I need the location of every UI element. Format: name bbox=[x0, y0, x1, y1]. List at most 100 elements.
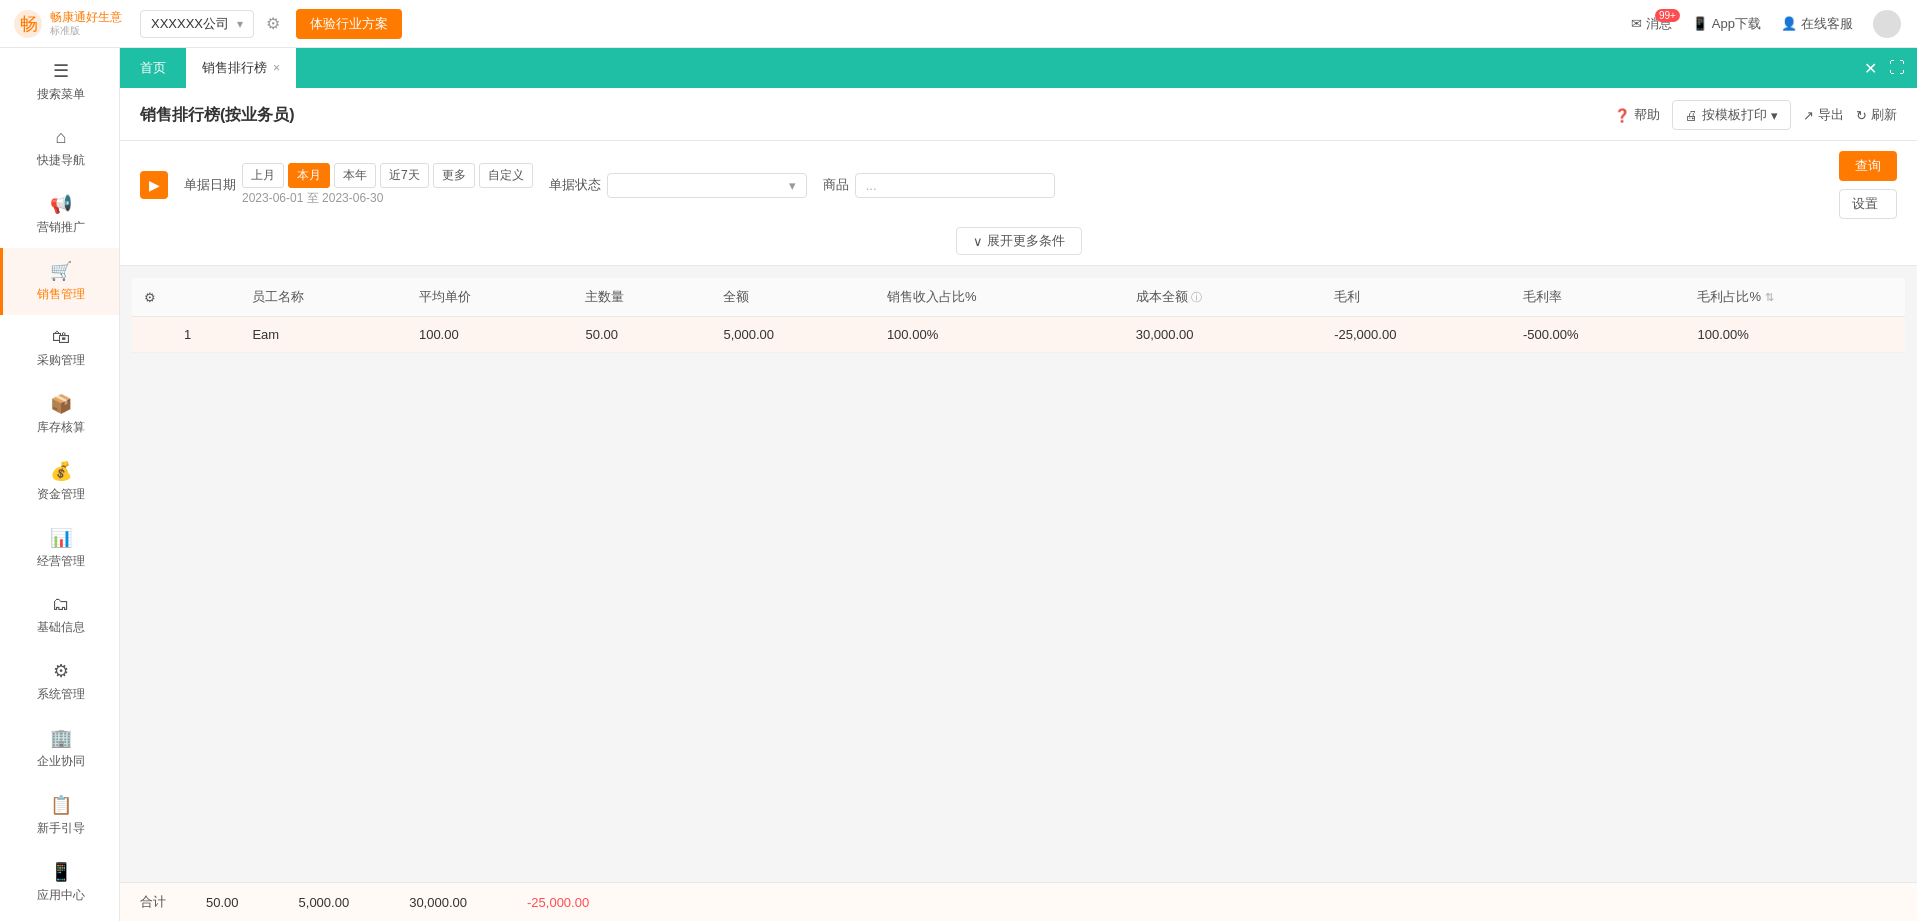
filter-date-wrap: 上月 本月 本年 近7天 更多 自定义 2023-06-01 至 2023-06… bbox=[242, 163, 533, 207]
th-sales-pct: 销售收入占比% bbox=[875, 278, 1124, 317]
sidebar-item-basic-info[interactable]: 🗂 基础信息 bbox=[0, 582, 119, 648]
filter-status-item: 单据状态 ▾ bbox=[549, 173, 807, 198]
main-layout: ☰ 搜索菜单 ⌂ 快捷导航 📢 营销推广 🛒 销售管理 🛍 采购管理 📦 库存核… bbox=[0, 48, 1917, 921]
sidebar-item-guide[interactable]: 📋 新手引导 bbox=[0, 782, 119, 849]
marketing-icon: 📢 bbox=[50, 193, 72, 215]
company-settings-icon[interactable]: ⚙ bbox=[262, 10, 284, 37]
top-bar-right: ✉ 消息 99+ 📱 App下载 👤 在线客服 bbox=[1631, 10, 1905, 38]
expand-more-btn[interactable]: ∨ 展开更多条件 bbox=[956, 227, 1082, 255]
enterprise-icon: 🏢 bbox=[50, 727, 72, 749]
company-name: XXXXXX公司 bbox=[151, 15, 229, 33]
td-sales-pct: 100.00% bbox=[875, 317, 1124, 353]
status-chevron-icon: ▾ bbox=[789, 178, 796, 193]
settings-btn[interactable]: 设置 bbox=[1839, 189, 1897, 219]
tab-close-window-icon[interactable]: ✕ bbox=[1864, 59, 1877, 78]
logo-text: 畅康通好生意 标准版 bbox=[50, 10, 122, 36]
message-icon: ✉ bbox=[1631, 16, 1642, 31]
page-header-actions: ❓ 帮助 🖨 按模板打印 ▾ ↗ 导出 ↻ 刷新 bbox=[1614, 100, 1897, 140]
tab-close-icon[interactable]: × bbox=[273, 61, 280, 75]
inventory-icon: 📦 bbox=[50, 393, 72, 415]
page-title: 销售排行榜(按业务员) bbox=[140, 105, 295, 136]
expand-chevron-icon: ∨ bbox=[973, 234, 983, 249]
table-area: ⚙ 员工名称 平均单价 主数量 全额 销售收入占比% 成本全额 ⓘ 毛利 毛利率… bbox=[120, 266, 1917, 882]
basic-info-icon: 🗂 bbox=[52, 594, 70, 615]
date-btn-more[interactable]: 更多 bbox=[433, 163, 475, 188]
sidebar-item-sales[interactable]: 🛒 销售管理 bbox=[0, 248, 119, 315]
tab-bar: 首页 销售排行榜 × ✕ ⛶ bbox=[120, 48, 1917, 88]
filter-product-input[interactable]: ... bbox=[855, 173, 1055, 198]
filter-date-btns: 上月 本月 本年 近7天 更多 自定义 bbox=[242, 163, 533, 188]
sidebar-item-search-orders[interactable]: ☰ 搜索菜单 bbox=[0, 48, 119, 115]
service-icon: 👤 bbox=[1781, 16, 1797, 31]
system-icon: ⚙ bbox=[53, 660, 69, 682]
logo-icon: 畅 bbox=[12, 8, 44, 40]
sidebar-item-operations[interactable]: 📊 经营管理 bbox=[0, 515, 119, 582]
tab-fullscreen-icon[interactable]: ⛶ bbox=[1889, 59, 1905, 77]
search-orders-icon: ☰ bbox=[53, 60, 69, 82]
th-name: 员工名称 bbox=[240, 278, 407, 317]
guide-icon: 📋 bbox=[50, 794, 72, 816]
th-gross: 毛利 bbox=[1322, 278, 1511, 317]
footer-label: 合计 bbox=[140, 893, 166, 911]
user-avatar-area[interactable] bbox=[1873, 10, 1905, 38]
sidebar-item-inventory[interactable]: 📦 库存核算 bbox=[0, 381, 119, 448]
sidebar-item-finance[interactable]: 💰 资金管理 bbox=[0, 448, 119, 515]
filter-expand-arrow[interactable]: ▶ bbox=[140, 171, 168, 199]
print-btn[interactable]: 🖨 按模板打印 ▾ bbox=[1672, 100, 1791, 130]
print-icon: 🖨 bbox=[1685, 108, 1698, 123]
th-settings[interactable]: ⚙ bbox=[132, 278, 172, 317]
app-download-btn[interactable]: 📱 App下载 bbox=[1692, 15, 1761, 33]
industry-btn[interactable]: 体验行业方案 bbox=[296, 9, 402, 39]
table-footer: 合计 50.00 5,000.00 30,000.00 -25,000.00 bbox=[120, 882, 1917, 921]
table-body: 1 Eam 100.00 50.00 5,000.00 100.00% 30,0… bbox=[132, 317, 1905, 353]
table-head: ⚙ 员工名称 平均单价 主数量 全额 销售收入占比% 成本全额 ⓘ 毛利 毛利率… bbox=[132, 278, 1905, 317]
date-btn-custom[interactable]: 自定义 bbox=[479, 163, 533, 188]
sales-icon: 🛒 bbox=[50, 260, 72, 282]
filter-area: ▶ 单据日期 上月 本月 本年 近7天 更多 自定义 bbox=[120, 141, 1917, 266]
purchase-icon: 🛍 bbox=[52, 327, 70, 348]
content-area: 首页 销售排行榜 × ✕ ⛶ 销售排行榜(按业务员) ❓ 帮助 bbox=[120, 48, 1917, 921]
operations-icon: 📊 bbox=[50, 527, 72, 549]
th-cost: 成本全额 ⓘ bbox=[1124, 278, 1323, 317]
data-table: ⚙ 员工名称 平均单价 主数量 全额 销售收入占比% 成本全额 ⓘ 毛利 毛利率… bbox=[132, 278, 1905, 353]
export-btn[interactable]: ↗ 导出 bbox=[1803, 106, 1844, 124]
sidebar-item-marketing[interactable]: 📢 营销推广 bbox=[0, 181, 119, 248]
footer-values: 50.00 5,000.00 30,000.00 -25,000.00 bbox=[206, 895, 589, 910]
sidebar-item-system[interactable]: ⚙ 系统管理 bbox=[0, 648, 119, 715]
sidebar-item-quick-nav[interactable]: ⌂ 快捷导航 bbox=[0, 115, 119, 181]
query-btn[interactable]: 查询 bbox=[1839, 151, 1897, 181]
messages-btn[interactable]: ✉ 消息 99+ bbox=[1631, 15, 1672, 33]
help-btn[interactable]: ❓ 帮助 bbox=[1614, 106, 1660, 124]
online-service-btn[interactable]: 👤 在线客服 bbox=[1781, 15, 1853, 33]
td-cost: 30,000.00 bbox=[1124, 317, 1323, 353]
page-content: 销售排行榜(按业务员) ❓ 帮助 🖨 按模板打印 ▾ ↗ 导出 bbox=[120, 88, 1917, 921]
tab-home[interactable]: 首页 bbox=[120, 48, 186, 88]
date-btn-this-year[interactable]: 本年 bbox=[334, 163, 376, 188]
footer-main-qty: 50.00 bbox=[206, 895, 239, 910]
company-selector[interactable]: XXXXXX公司 ▾ bbox=[140, 10, 254, 38]
help-icon: ❓ bbox=[1614, 108, 1630, 123]
filter-date-item: 单据日期 上月 本月 本年 近7天 更多 自定义 2023-06-01 至 20… bbox=[184, 163, 533, 207]
date-btn-7days[interactable]: 近7天 bbox=[380, 163, 429, 188]
page-header: 销售排行榜(按业务员) ❓ 帮助 🖨 按模板打印 ▾ ↗ 导出 bbox=[120, 88, 1917, 141]
date-btn-this-month[interactable]: 本月 bbox=[288, 163, 330, 188]
quick-nav-icon: ⌂ bbox=[56, 127, 67, 148]
td-rank: 1 bbox=[172, 317, 240, 353]
footer-gross: -25,000.00 bbox=[527, 895, 589, 910]
sidebar-item-enterprise[interactable]: 🏢 企业协同 bbox=[0, 715, 119, 782]
th-rank bbox=[172, 278, 240, 317]
table-row: 1 Eam 100.00 50.00 5,000.00 100.00% 30,0… bbox=[132, 317, 1905, 353]
svg-text:畅: 畅 bbox=[20, 14, 38, 34]
footer-amount: 5,000.00 bbox=[299, 895, 350, 910]
tab-sales-ranking[interactable]: 销售排行榜 × bbox=[186, 48, 296, 88]
app-icon: 📱 bbox=[1692, 16, 1708, 31]
table-header-row: ⚙ 员工名称 平均单价 主数量 全额 销售收入占比% 成本全额 ⓘ 毛利 毛利率… bbox=[132, 278, 1905, 317]
sidebar-item-app-center[interactable]: 📱 应用中心 bbox=[0, 849, 119, 916]
sidebar-item-purchase[interactable]: 🛍 采购管理 bbox=[0, 315, 119, 381]
filter-status-select[interactable]: ▾ bbox=[607, 173, 807, 198]
footer-cost: 30,000.00 bbox=[409, 895, 467, 910]
company-chevron: ▾ bbox=[237, 17, 243, 31]
sidebar-item-wechat[interactable]: 💬 企业微信 bbox=[0, 916, 119, 921]
refresh-btn[interactable]: ↻ 刷新 bbox=[1856, 106, 1897, 124]
date-btn-last-month[interactable]: 上月 bbox=[242, 163, 284, 188]
